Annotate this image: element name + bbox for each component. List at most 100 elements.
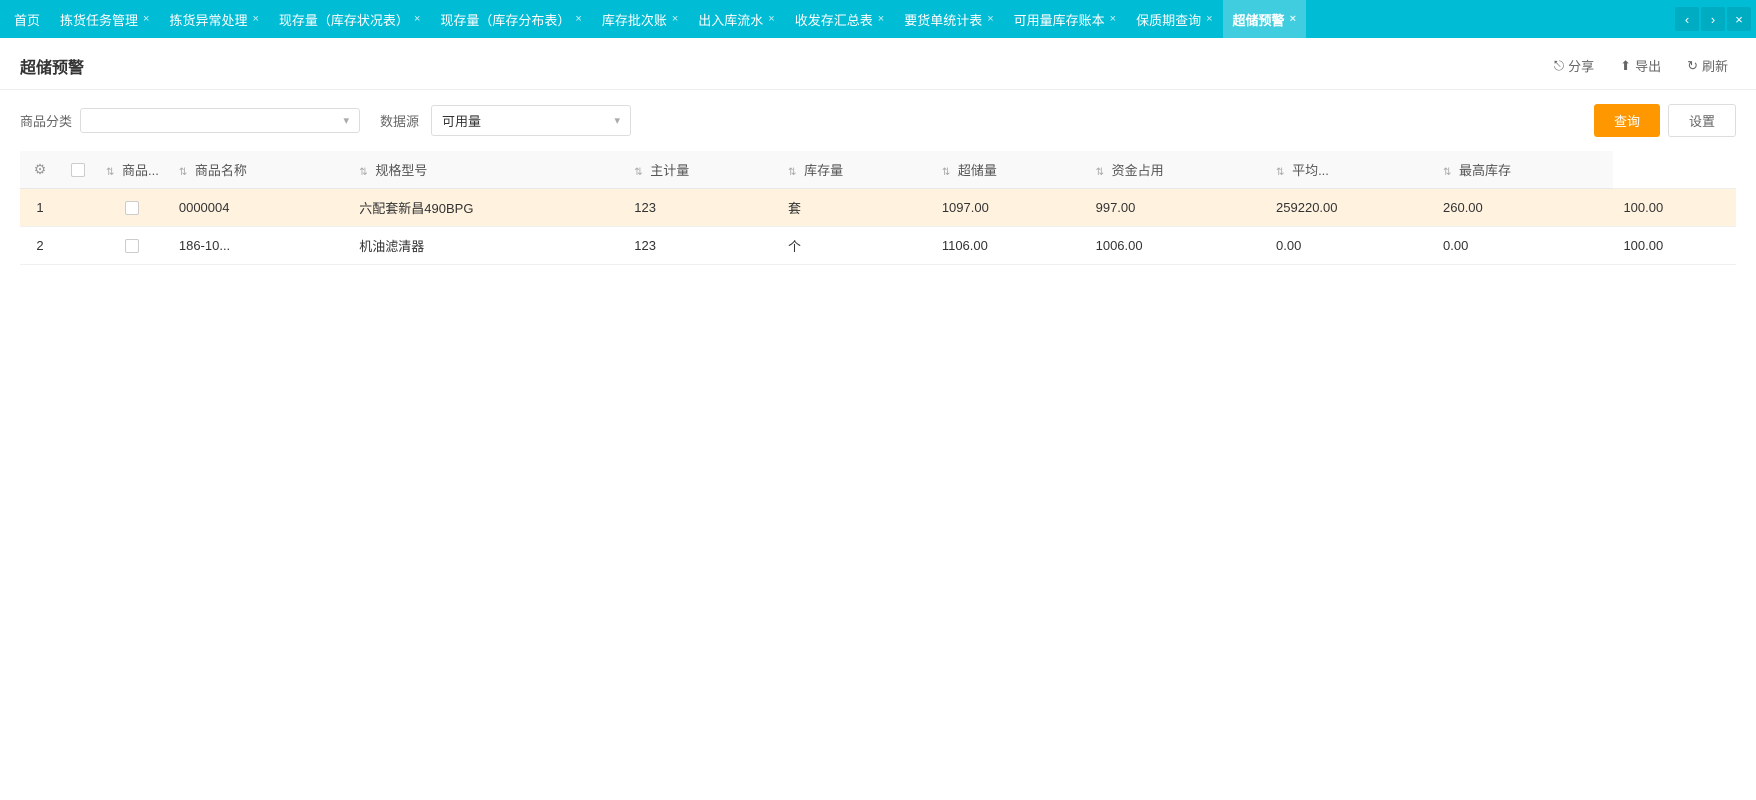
chevron-down-icon: ▾: [615, 114, 621, 127]
row-stock: 1097.00: [932, 189, 1086, 227]
datasource-select[interactable]: 可用量 ▾: [431, 105, 631, 136]
page-header: 超储预警 ⎋ 分享 ⬆ 导出 ↻ 刷新: [0, 38, 1756, 90]
nav-item-expiry[interactable]: 保质期查询 ×: [1126, 0, 1222, 38]
query-button[interactable]: 查询: [1594, 104, 1660, 137]
sort-icon: ⇅: [1096, 167, 1104, 178]
nav-arrows: ‹ › ×: [1674, 7, 1752, 31]
sort-icon: ⇅: [788, 167, 796, 178]
share-icon: ⎋: [1554, 58, 1564, 74]
col-header-unit[interactable]: ⇅ 主计量: [624, 151, 778, 189]
close-icon[interactable]: ×: [252, 13, 258, 25]
nav-item-task[interactable]: 拣货任务管理 ×: [50, 0, 159, 38]
nav-prev-button[interactable]: ‹: [1675, 7, 1699, 31]
nav-item-available[interactable]: 可用量库存账本 ×: [1004, 0, 1126, 38]
close-icon[interactable]: ×: [1290, 13, 1296, 25]
nav-item-overstock[interactable]: 超储预警 ×: [1223, 0, 1306, 38]
chevron-down-icon: ▾: [343, 114, 349, 127]
sort-icon: ⇅: [1276, 167, 1284, 178]
nav-item-batch[interactable]: 库存批次账 ×: [592, 0, 688, 38]
row-avg: 0.00: [1433, 227, 1613, 265]
nav-item-home[interactable]: 首页: [4, 0, 50, 38]
col-header-check[interactable]: [60, 151, 96, 189]
sort-icon: ⇅: [1443, 167, 1451, 178]
col-header-capital[interactable]: ⇅ 资金占用: [1086, 151, 1266, 189]
sort-icon: ⇅: [634, 167, 642, 178]
row-over: 997.00: [1086, 189, 1266, 227]
row-index: 2: [20, 227, 60, 265]
nav-next-button[interactable]: ›: [1701, 7, 1725, 31]
row-spec: 123: [624, 189, 778, 227]
nav-item-abnormal[interactable]: 拣货异常处理 ×: [159, 0, 268, 38]
select-all-checkbox[interactable]: [71, 163, 85, 177]
col-header-max[interactable]: ⇅ 最高库存: [1433, 151, 1613, 189]
close-icon[interactable]: ×: [878, 13, 884, 25]
close-icon[interactable]: ×: [1206, 13, 1212, 25]
refresh-icon: ↻: [1687, 58, 1698, 74]
row-over: 1006.00: [1086, 227, 1266, 265]
filter-bar: 商品分类 ▾ 数据源 可用量 ▾ 查询 设置: [0, 90, 1756, 151]
row-check-cell[interactable]: [96, 227, 169, 265]
nav-item-flow[interactable]: 出入库流水 ×: [688, 0, 784, 38]
datasource-value: 可用量: [442, 111, 481, 130]
col-header-avg[interactable]: ⇅ 平均...: [1266, 151, 1433, 189]
close-icon[interactable]: ×: [987, 13, 993, 25]
gear-icon[interactable]: ⚙: [34, 161, 47, 177]
set-button[interactable]: 设置: [1668, 104, 1736, 137]
table-body: 1 0000004 六配套新昌490BPG 123 套 1097.00 997.…: [20, 189, 1736, 265]
col-header-code[interactable]: ⇅ 商品...: [96, 151, 169, 189]
row-check-cell[interactable]: [96, 189, 169, 227]
row-name: 六配套新昌490BPG: [349, 189, 624, 227]
export-button[interactable]: ⬆ 导出: [1612, 52, 1669, 79]
nav-item-stock-dist[interactable]: 现存量（库存分布表） ×: [430, 0, 591, 38]
data-table-wrap: ⚙ ⇅ 商品... ⇅ 商品名称 ⇅ 规格型号: [0, 151, 1756, 265]
category-label: 商品分类: [20, 111, 72, 130]
export-icon: ⬆: [1620, 58, 1631, 74]
row-setting-cell: [60, 227, 96, 265]
nav-item-stock-status[interactable]: 现存量（库存状况表） ×: [269, 0, 430, 38]
sort-icon: ⇅: [359, 167, 367, 178]
datasource-filter: 数据源 可用量 ▾: [380, 105, 631, 136]
nav-item-summary[interactable]: 收发存汇总表 ×: [785, 0, 894, 38]
row-checkbox[interactable]: [125, 239, 139, 253]
row-name: 机油滤清器: [349, 227, 624, 265]
col-header-over[interactable]: ⇅ 超储量: [932, 151, 1086, 189]
category-select[interactable]: ▾: [80, 108, 360, 133]
row-capital: 259220.00: [1266, 189, 1433, 227]
col-header-spec[interactable]: ⇅ 规格型号: [349, 151, 624, 189]
close-icon[interactable]: ×: [1110, 13, 1116, 25]
close-icon[interactable]: ×: [414, 13, 420, 25]
sort-icon: ⇅: [179, 167, 187, 178]
col-header-name[interactable]: ⇅ 商品名称: [169, 151, 349, 189]
col-header-stock[interactable]: ⇅ 库存量: [778, 151, 932, 189]
category-filter: 商品分类 ▾: [20, 108, 360, 133]
refresh-button[interactable]: ↻ 刷新: [1679, 52, 1736, 79]
row-code: 186-10...: [169, 227, 349, 265]
row-checkbox[interactable]: [125, 201, 139, 215]
row-setting-cell: [60, 189, 96, 227]
row-unit: 个: [778, 227, 932, 265]
close-icon[interactable]: ×: [143, 13, 149, 25]
sort-icon: ⇅: [942, 167, 950, 178]
row-capital: 0.00: [1266, 227, 1433, 265]
header-actions: ⎋ 分享 ⬆ 导出 ↻ 刷新: [1546, 52, 1736, 79]
data-table: ⚙ ⇅ 商品... ⇅ 商品名称 ⇅ 规格型号: [20, 151, 1736, 265]
filter-actions: 查询 设置: [1594, 104, 1736, 137]
share-button[interactable]: ⎋ 分享: [1546, 52, 1602, 79]
row-max: 100.00: [1613, 227, 1736, 265]
table-row: 2 186-10... 机油滤清器 123 个 1106.00 1006.00 …: [20, 227, 1736, 265]
row-spec: 123: [624, 227, 778, 265]
close-icon[interactable]: ×: [768, 13, 774, 25]
row-max: 100.00: [1613, 189, 1736, 227]
row-avg: 260.00: [1433, 189, 1613, 227]
close-icon[interactable]: ×: [575, 13, 581, 25]
nav-item-order-stat[interactable]: 要货单统计表 ×: [894, 0, 1003, 38]
row-unit: 套: [778, 189, 932, 227]
datasource-label: 数据源: [380, 111, 419, 130]
close-icon[interactable]: ×: [672, 13, 678, 25]
main-content: 超储预警 ⎋ 分享 ⬆ 导出 ↻ 刷新 商品分类 ▾ 数据源: [0, 38, 1756, 800]
nav-close-button[interactable]: ×: [1727, 7, 1751, 31]
table-header: ⚙ ⇅ 商品... ⇅ 商品名称 ⇅ 规格型号: [20, 151, 1736, 189]
col-header-setting[interactable]: ⚙: [20, 151, 60, 189]
page-title: 超储预警: [20, 54, 84, 78]
sort-icon: ⇅: [106, 167, 114, 178]
